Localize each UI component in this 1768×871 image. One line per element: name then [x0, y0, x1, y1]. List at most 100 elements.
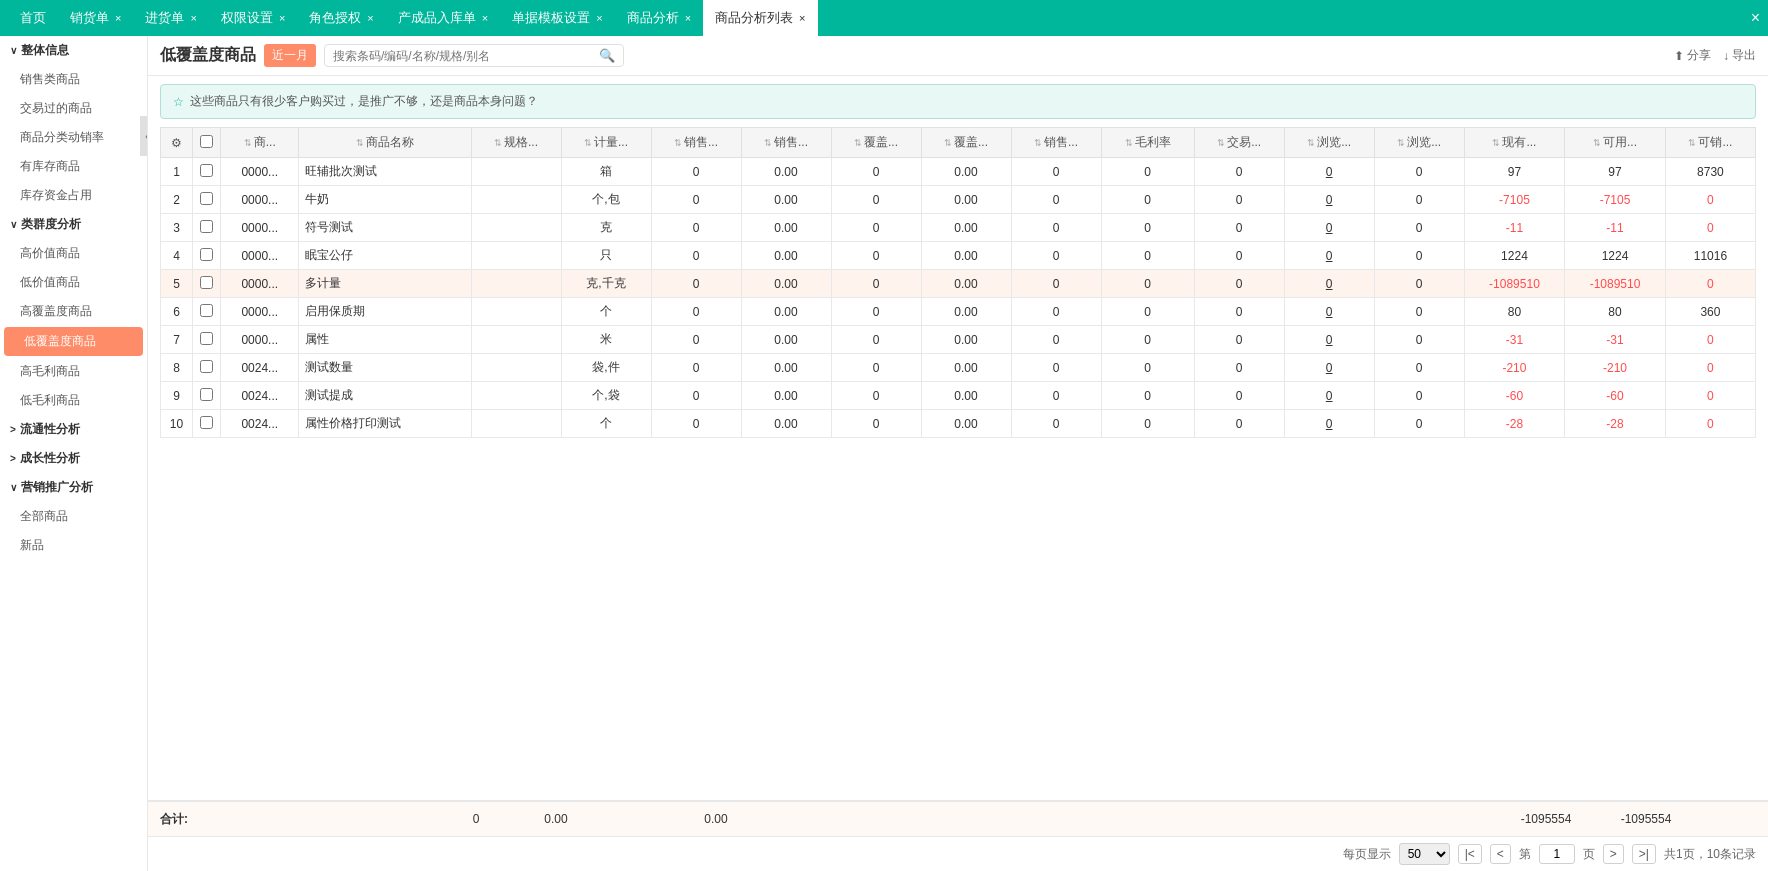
search-input[interactable] [333, 49, 599, 63]
row-no: 9 [161, 382, 193, 410]
nav-tab-purchase[interactable]: 进货单 × [133, 0, 208, 36]
nav-tab-roles[interactable]: 角色授权 × [297, 0, 385, 36]
sidebar-item-high-coverage[interactable]: 高覆盖度商品 [0, 297, 147, 326]
page-input[interactable] [1539, 844, 1575, 864]
row-sale3: 0 [1011, 326, 1101, 354]
table-container[interactable]: ⚙ ⇅商... ⇅商品名称 ⇅规格... ⇅计量... ⇅销售... ⇅销售..… [160, 127, 1756, 800]
period-button[interactable]: 近一月 [264, 44, 316, 67]
sidebar-item-all-goods[interactable]: 全部商品 [0, 502, 147, 531]
sidebar-item-traded-goods[interactable]: 交易过的商品 [0, 94, 147, 123]
row-view1[interactable]: 0 [1284, 186, 1374, 214]
nav-tab-sales[interactable]: 销货单 × [58, 0, 133, 36]
row-gross: 0 [1101, 354, 1194, 382]
close-icon[interactable]: × [799, 0, 805, 36]
close-icon[interactable]: × [279, 0, 285, 36]
close-icon[interactable]: × [190, 0, 196, 36]
sidebar-item-low-value[interactable]: 低价值商品 [0, 268, 147, 297]
nav-tab-analysis-list[interactable]: 商品分析列表 × [703, 0, 817, 36]
nav-tab-products[interactable]: 产成品入库单 × [386, 0, 500, 36]
row-checkbox[interactable] [193, 270, 221, 298]
sidebar-section-marketing[interactable]: ∨ 营销推广分析 [0, 473, 147, 502]
row-stock2: -31 [1565, 326, 1666, 354]
close-icon[interactable]: × [367, 0, 373, 36]
row-stock2: -28 [1565, 410, 1666, 438]
nav-tab-home[interactable]: 首页 [8, 0, 58, 36]
col-checkbox[interactable] [193, 128, 221, 158]
close-all-button[interactable]: × [1751, 9, 1760, 27]
row-checkbox[interactable] [193, 298, 221, 326]
col-settings[interactable]: ⚙ [161, 128, 193, 158]
row-stock3: 0 [1665, 186, 1755, 214]
row-checkbox[interactable] [193, 410, 221, 438]
col-code: ⇅商... [221, 128, 299, 158]
row-name[interactable]: 启用保质期 [299, 298, 471, 326]
share-button[interactable]: ⬆ 分享 [1674, 47, 1711, 64]
row-name[interactable]: 符号测试 [299, 214, 471, 242]
close-icon[interactable]: × [596, 0, 602, 36]
page-label: 第 [1519, 846, 1531, 863]
page-size-select[interactable]: 50 100 200 [1399, 843, 1450, 865]
row-sale-qty: 0 [651, 410, 741, 438]
row-spec [471, 214, 561, 242]
row-checkbox[interactable] [193, 214, 221, 242]
sidebar-item-low-coverage[interactable]: 低覆盖度商品 [4, 327, 143, 356]
sidebar-item-high-value[interactable]: 高价值商品 [0, 239, 147, 268]
sidebar-section-overall[interactable]: ∨ 整体信息 [0, 36, 147, 65]
row-view1[interactable]: 0 [1284, 214, 1374, 242]
select-all-checkbox[interactable] [200, 135, 213, 148]
row-view2: 0 [1374, 354, 1464, 382]
row-stock2: -1089510 [1565, 270, 1666, 298]
row-view1[interactable]: 0 [1284, 158, 1374, 186]
next-page-button[interactable]: > [1603, 844, 1624, 864]
row-sale-qty: 0 [651, 326, 741, 354]
search-icon[interactable]: 🔍 [599, 48, 615, 63]
row-name[interactable]: 牛奶 [299, 186, 471, 214]
sidebar-item-new-goods[interactable]: 新品 [0, 531, 147, 560]
export-button[interactable]: ↓ 导出 [1723, 47, 1756, 64]
sidebar-item-sales-goods[interactable]: 销售类商品 [0, 65, 147, 94]
row-checkbox[interactable] [193, 382, 221, 410]
row-view1[interactable]: 0 [1284, 270, 1374, 298]
row-checkbox[interactable] [193, 242, 221, 270]
nav-tab-perms[interactable]: 权限设置 × [209, 0, 297, 36]
row-view1[interactable]: 0 [1284, 354, 1374, 382]
row-name[interactable]: 多计量 [299, 270, 471, 298]
nav-tab-analysis[interactable]: 商品分析 × [615, 0, 703, 36]
export-icon: ↓ [1723, 49, 1729, 63]
sidebar-item-low-gross[interactable]: 低毛利商品 [0, 386, 147, 415]
sidebar-section-flow[interactable]: > 流通性分析 [0, 415, 147, 444]
row-name[interactable]: 测试数量 [299, 354, 471, 382]
sidebar-item-in-stock[interactable]: 有库存商品 [0, 152, 147, 181]
sidebar-item-category-rate[interactable]: 商品分类动销率 [0, 123, 147, 152]
row-view1[interactable]: 0 [1284, 298, 1374, 326]
row-sale-qty: 0 [651, 158, 741, 186]
sidebar-section-cluster[interactable]: ∨ 类群度分析 [0, 210, 147, 239]
last-page-button[interactable]: >| [1632, 844, 1656, 864]
row-name[interactable]: 眠宝公仔 [299, 242, 471, 270]
row-unit: 箱 [561, 158, 651, 186]
row-view1[interactable]: 0 [1284, 382, 1374, 410]
row-view1[interactable]: 0 [1284, 410, 1374, 438]
sidebar-item-inventory-capital[interactable]: 库存资金占用 [0, 181, 147, 210]
close-icon[interactable]: × [482, 0, 488, 36]
sidebar-collapse-button[interactable]: « [140, 116, 148, 156]
row-name[interactable]: 属性 [299, 326, 471, 354]
row-checkbox[interactable] [193, 354, 221, 382]
close-icon[interactable]: × [685, 0, 691, 36]
row-checkbox[interactable] [193, 186, 221, 214]
row-view1[interactable]: 0 [1284, 326, 1374, 354]
row-spec [471, 382, 561, 410]
row-name[interactable]: 测试提成 [299, 382, 471, 410]
row-name[interactable]: 旺辅批次测试 [299, 158, 471, 186]
nav-tab-template[interactable]: 单据模板设置 × [500, 0, 614, 36]
first-page-button[interactable]: |< [1458, 844, 1482, 864]
close-icon[interactable]: × [115, 0, 121, 36]
prev-page-button[interactable]: < [1490, 844, 1511, 864]
row-sale3: 0 [1011, 410, 1101, 438]
row-view1[interactable]: 0 [1284, 242, 1374, 270]
sidebar-section-growth[interactable]: > 成长性分析 [0, 444, 147, 473]
row-checkbox[interactable] [193, 326, 221, 354]
row-name[interactable]: 属性价格打印测试 [299, 410, 471, 438]
row-checkbox[interactable] [193, 158, 221, 186]
sidebar-item-high-gross[interactable]: 高毛利商品 [0, 357, 147, 386]
